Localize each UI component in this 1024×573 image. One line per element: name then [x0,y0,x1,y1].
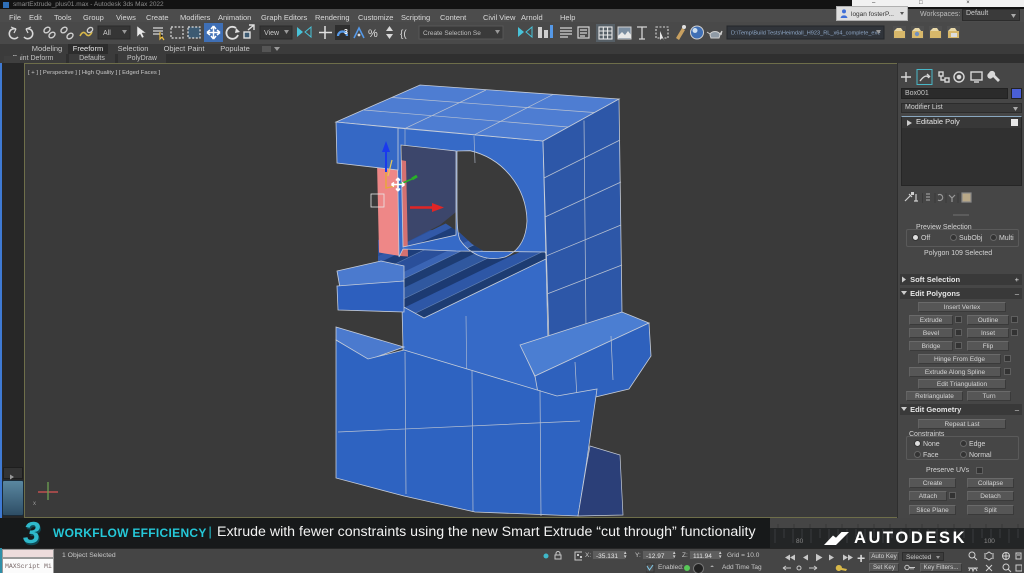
svg-text:logan fosterP...: logan fosterP... [851,11,894,18]
svg-text:Create Selection Se: Create Selection Se [423,30,481,37]
svg-text:3: 3 [344,29,348,36]
svg-text:{(: {( [400,29,407,40]
svg-text:View: View [264,30,280,37]
svg-text:All: All [103,30,111,37]
svg-text:x: x [33,501,36,507]
svg-text:%: % [368,28,378,40]
svg-text:D:\Temp\Build Tests\Heimdall_H: D:\Temp\Build Tests\Heimdall_H923_RL_x64… [731,31,880,37]
